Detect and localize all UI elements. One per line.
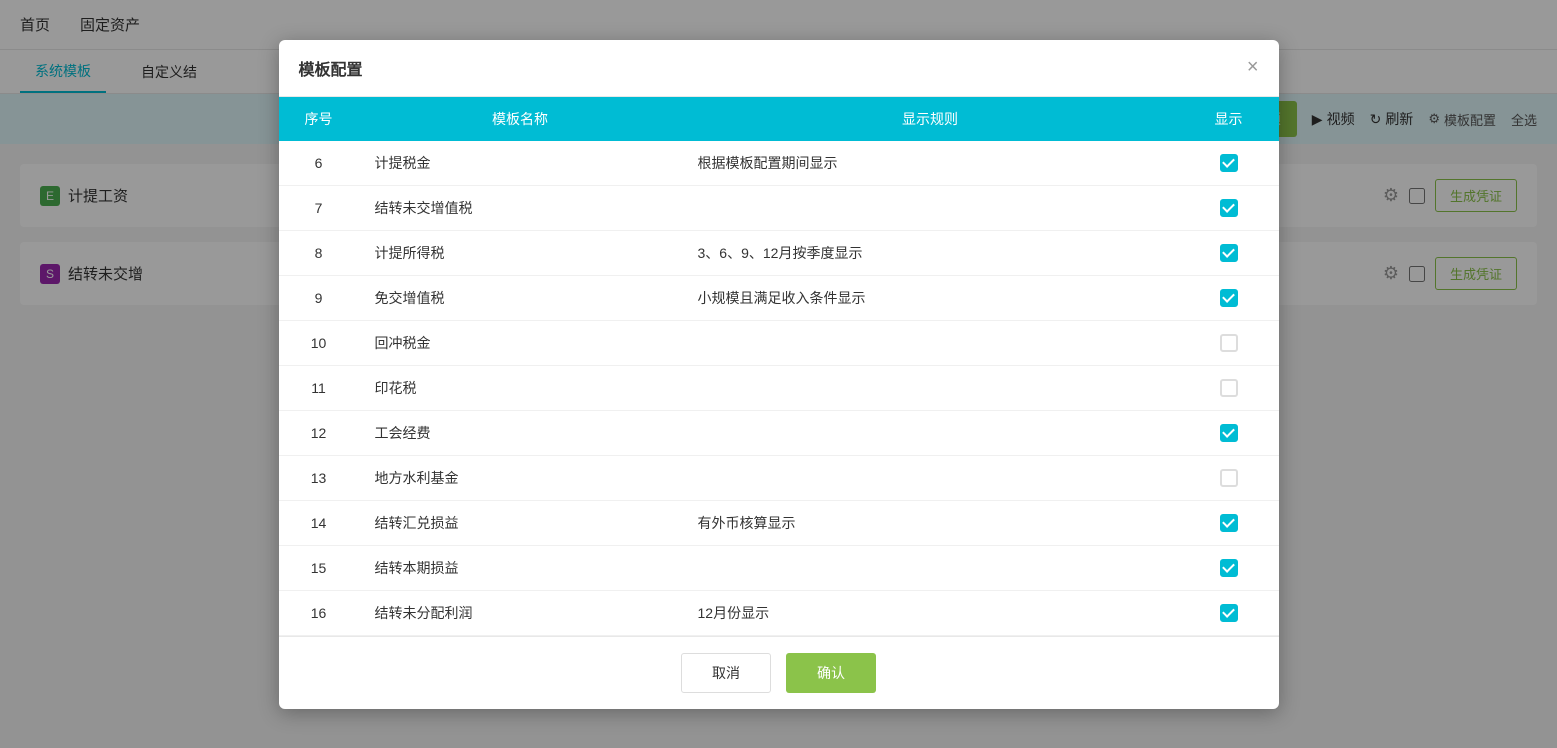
modal-header: 模板配置 × — [279, 40, 1279, 97]
checkbox-6[interactable] — [1220, 424, 1238, 442]
cell-display-6 — [1179, 410, 1279, 455]
cell-display-2 — [1179, 230, 1279, 275]
cell-id-3: 9 — [279, 275, 359, 320]
col-header-rule: 显示规则 — [682, 97, 1179, 141]
cell-rule-3: 小规模且满足收入条件显示 — [682, 275, 1179, 320]
cell-id-4: 10 — [279, 320, 359, 365]
modal-overlay: 模板配置 × 序号 模板名称 显示规则 显示 6计提税金根据模板配置期间显示7结… — [0, 0, 1557, 748]
checkbox-9[interactable] — [1220, 559, 1238, 577]
cell-id-5: 11 — [279, 365, 359, 410]
cell-id-0: 6 — [279, 141, 359, 186]
modal-footer: 取消 确认 — [279, 636, 1279, 709]
modal-body: 序号 模板名称 显示规则 显示 6计提税金根据模板配置期间显示7结转未交增值税8… — [279, 97, 1279, 636]
cell-name-1: 结转未交增值税 — [359, 185, 682, 230]
cell-rule-0: 根据模板配置期间显示 — [682, 141, 1179, 186]
cell-display-10 — [1179, 590, 1279, 635]
checkbox-5[interactable] — [1220, 379, 1238, 397]
table-row: 15结转本期损益 — [279, 545, 1279, 590]
cell-rule-9 — [682, 545, 1179, 590]
cell-display-5 — [1179, 365, 1279, 410]
cell-name-2: 计提所得税 — [359, 230, 682, 275]
cell-rule-1 — [682, 185, 1179, 230]
col-header-display: 显示 — [1179, 97, 1279, 141]
col-header-name: 模板名称 — [359, 97, 682, 141]
checkbox-0[interactable] — [1220, 154, 1238, 172]
cell-name-3: 免交增值税 — [359, 275, 682, 320]
table-header-row: 序号 模板名称 显示规则 显示 — [279, 97, 1279, 141]
cell-name-9: 结转本期损益 — [359, 545, 682, 590]
cell-rule-8: 有外币核算显示 — [682, 500, 1179, 545]
table-row: 7结转未交增值税 — [279, 185, 1279, 230]
modal-title: 模板配置 — [299, 56, 363, 80]
cell-id-9: 15 — [279, 545, 359, 590]
table-row: 6计提税金根据模板配置期间显示 — [279, 141, 1279, 186]
checkbox-10[interactable] — [1220, 604, 1238, 622]
cell-id-2: 8 — [279, 230, 359, 275]
cell-display-1 — [1179, 185, 1279, 230]
cell-name-6: 工会经费 — [359, 410, 682, 455]
checkbox-1[interactable] — [1220, 199, 1238, 217]
cell-rule-2: 3、6、9、12月按季度显示 — [682, 230, 1179, 275]
cell-display-3 — [1179, 275, 1279, 320]
table-row: 9免交增值税小规模且满足收入条件显示 — [279, 275, 1279, 320]
cell-id-1: 7 — [279, 185, 359, 230]
cell-rule-5 — [682, 365, 1179, 410]
table-row: 11印花税 — [279, 365, 1279, 410]
modal-template-config: 模板配置 × 序号 模板名称 显示规则 显示 6计提税金根据模板配置期间显示7结… — [279, 40, 1279, 709]
modal-close-button[interactable]: × — [1247, 56, 1259, 79]
cell-display-9 — [1179, 545, 1279, 590]
cell-rule-4 — [682, 320, 1179, 365]
cell-display-4 — [1179, 320, 1279, 365]
cell-rule-10: 12月份显示 — [682, 590, 1179, 635]
checkbox-4[interactable] — [1220, 334, 1238, 352]
cell-id-8: 14 — [279, 500, 359, 545]
table-row: 10回冲税金 — [279, 320, 1279, 365]
cell-rule-6 — [682, 410, 1179, 455]
checkbox-2[interactable] — [1220, 244, 1238, 262]
cancel-button[interactable]: 取消 — [681, 653, 771, 693]
checkbox-8[interactable] — [1220, 514, 1238, 532]
cell-name-7: 地方水利基金 — [359, 455, 682, 500]
config-table: 序号 模板名称 显示规则 显示 6计提税金根据模板配置期间显示7结转未交增值税8… — [279, 97, 1279, 636]
table-row: 16结转未分配利润12月份显示 — [279, 590, 1279, 635]
table-row: 8计提所得税3、6、9、12月按季度显示 — [279, 230, 1279, 275]
table-row: 12工会经费 — [279, 410, 1279, 455]
confirm-button[interactable]: 确认 — [786, 653, 876, 693]
cell-rule-7 — [682, 455, 1179, 500]
cell-name-0: 计提税金 — [359, 141, 682, 186]
cell-display-0 — [1179, 141, 1279, 186]
col-header-id: 序号 — [279, 97, 359, 141]
cell-name-8: 结转汇兑损益 — [359, 500, 682, 545]
cell-id-7: 13 — [279, 455, 359, 500]
checkbox-7[interactable] — [1220, 469, 1238, 487]
checkbox-3[interactable] — [1220, 289, 1238, 307]
cell-name-10: 结转未分配利润 — [359, 590, 682, 635]
cell-display-7 — [1179, 455, 1279, 500]
cell-display-8 — [1179, 500, 1279, 545]
table-row: 14结转汇兑损益有外币核算显示 — [279, 500, 1279, 545]
cell-name-4: 回冲税金 — [359, 320, 682, 365]
table-row: 13地方水利基金 — [279, 455, 1279, 500]
cell-id-10: 16 — [279, 590, 359, 635]
cell-name-5: 印花税 — [359, 365, 682, 410]
cell-id-6: 12 — [279, 410, 359, 455]
